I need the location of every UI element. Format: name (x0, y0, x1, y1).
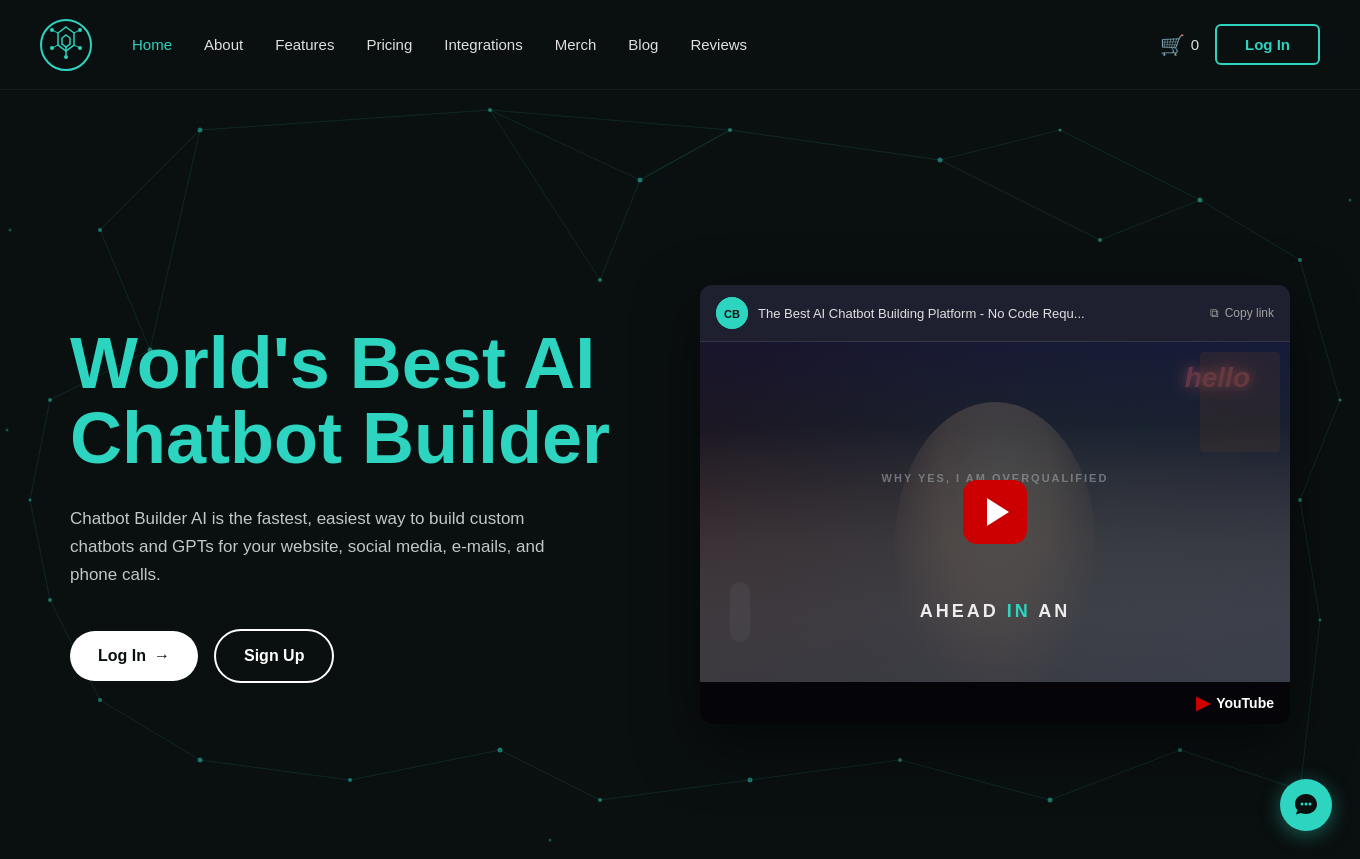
copy-icon: ⧉ (1210, 306, 1219, 320)
play-button[interactable] (963, 480, 1027, 544)
navbar: Home About Features Pricing Integrations Merc… (0, 0, 1360, 90)
logo[interactable] (40, 19, 92, 71)
hero-signup-button[interactable]: Sign Up (214, 629, 334, 683)
video-title-row: CB The Best AI Chatbot Building Platform… (716, 297, 1085, 329)
svg-point-75 (1305, 803, 1308, 806)
arrow-icon: → (154, 647, 170, 665)
nav-link-merch[interactable]: Merch (555, 36, 597, 53)
nav-link-home[interactable]: Home (132, 36, 172, 53)
navbar-right: 🛒 0 Log In (1160, 24, 1320, 65)
cart-icon: 🛒 (1160, 33, 1185, 57)
hero-section: World's Best AI Chatbot Builder Chatbot … (0, 90, 1360, 859)
nav-link-about[interactable]: About (204, 36, 243, 53)
nav-link-features[interactable]: Features (275, 36, 334, 53)
nav-link-pricing[interactable]: Pricing (366, 36, 412, 53)
nav-link-blog[interactable]: Blog (628, 36, 658, 53)
hero-login-button[interactable]: Log In → (70, 631, 198, 681)
hero-left: World's Best AI Chatbot Builder Chatbot … (70, 326, 650, 683)
youtube-icon: ▶ (1196, 692, 1210, 714)
svg-text:CB: CB (724, 308, 740, 320)
nav-link-reviews[interactable]: Reviews (690, 36, 747, 53)
copy-link-button[interactable]: ⧉ Copy link (1210, 306, 1274, 320)
hero-subtitle: Chatbot Builder AI is the fastest, easie… (70, 505, 570, 589)
svg-point-74 (1301, 803, 1304, 806)
navbar-left: Home About Features Pricing Integrations Merc… (40, 19, 747, 71)
nav-links: Home About Features Pricing Integrations Merc… (132, 36, 747, 54)
cart-button[interactable]: 🛒 0 (1160, 33, 1199, 57)
svg-point-66 (64, 55, 68, 59)
video-topbar: CB The Best AI Chatbot Building Platform… (700, 285, 1290, 342)
svg-point-70 (50, 46, 54, 50)
hero-right: CB The Best AI Chatbot Building Platform… (700, 285, 1290, 724)
svg-point-71 (78, 46, 82, 50)
play-icon (987, 498, 1009, 526)
hero-buttons: Log In → Sign Up (70, 629, 650, 683)
chat-icon (1293, 792, 1319, 818)
video-container: CB The Best AI Chatbot Building Platform… (700, 285, 1290, 724)
hero-title: World's Best AI Chatbot Builder (70, 326, 650, 477)
video-thumbnail: hello WHY YES, I AM OVERQUALIFIED AHEAD … (700, 342, 1290, 682)
video-text-overlay: AHEAD IN AN (920, 601, 1070, 622)
svg-point-68 (50, 28, 54, 32)
youtube-logo: ▶ YouTube (1196, 692, 1274, 714)
svg-point-69 (78, 28, 82, 32)
svg-point-76 (1309, 803, 1312, 806)
nav-link-integrations[interactable]: Integrations (444, 36, 522, 53)
navbar-login-button[interactable]: Log In (1215, 24, 1320, 65)
cart-count: 0 (1191, 36, 1199, 53)
video-title-text: The Best AI Chatbot Building Platform - … (758, 306, 1085, 321)
video-bottom-bar: ▶ YouTube (700, 682, 1290, 724)
video-avatar: CB (716, 297, 748, 329)
chat-widget[interactable] (1280, 779, 1332, 831)
